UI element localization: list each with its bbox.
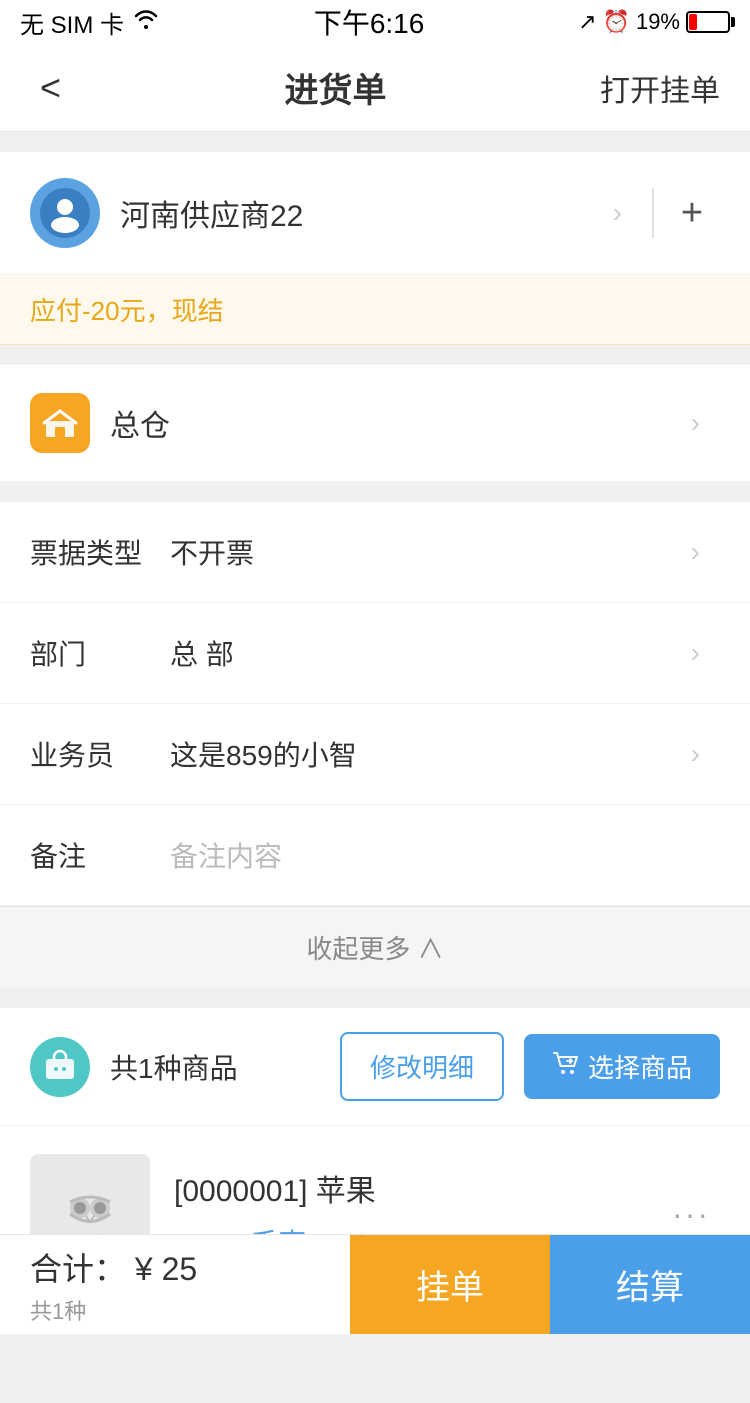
select-product-label: 选择商品: [588, 1048, 692, 1085]
product-title: 苹果: [316, 1175, 376, 1208]
divider-3: [0, 988, 750, 1008]
salesman-chevron-icon: ›: [691, 738, 700, 770]
salesman-row[interactable]: 业务员 这是859的小智 ›: [0, 704, 750, 805]
collapse-button[interactable]: 收起更多 ∧: [0, 906, 750, 988]
form-section: 票据类型 不开票 › 部门 总 部 › 业务员 这是859的小智 › 备注 备注…: [0, 502, 750, 988]
product-count-icon: [30, 1037, 90, 1097]
status-time: 下午6:16: [314, 2, 425, 42]
product-count-text: 共1种商品: [110, 1047, 320, 1087]
location-icon: ↗: [578, 9, 596, 35]
nav-bar: < 进货单 打开挂单: [0, 44, 750, 132]
supplier-avatar: [30, 178, 100, 248]
total-section: 合计： ¥ 25 共1种: [0, 1235, 350, 1334]
total-count: 共1种: [30, 1294, 320, 1326]
remark-input[interactable]: 备注内容: [150, 835, 720, 875]
warehouse-row[interactable]: 总仓 ›: [0, 365, 750, 482]
ticket-type-row[interactable]: 票据类型 不开票 ›: [0, 502, 750, 603]
department-value: 总 部: [150, 633, 691, 673]
product-name: [0000001] 苹果: [174, 1166, 662, 1210]
remark-row[interactable]: 备注 备注内容: [0, 805, 750, 906]
payment-notice: 应付-20元，现结: [0, 275, 750, 345]
status-right: ↗ ⏰ 19%: [578, 9, 730, 35]
back-button[interactable]: <: [30, 57, 71, 119]
ticket-type-label: 票据类型: [30, 532, 150, 572]
warehouse-chevron-icon: ›: [691, 407, 700, 439]
cart-icon: [552, 1051, 580, 1082]
bottom-toolbar: 合计： ¥ 25 共1种 挂单 结算: [0, 1234, 750, 1334]
supplier-section: 河南供应商22 › + 应付-20元，现结: [0, 152, 750, 345]
carrier-text: 无 SIM 卡: [20, 5, 124, 40]
vertical-divider: [652, 188, 654, 238]
select-product-button[interactable]: 选择商品: [524, 1034, 720, 1099]
divider-2: [0, 482, 750, 502]
supplier-name: 河南供应商22: [120, 191, 613, 235]
supplier-row[interactable]: 河南供应商22 › +: [0, 152, 750, 275]
avatar-inner: [40, 188, 90, 238]
department-row[interactable]: 部门 总 部 ›: [0, 603, 750, 704]
ticket-type-value: 不开票: [150, 532, 691, 572]
department-label: 部门: [30, 633, 150, 673]
remark-label: 备注: [30, 835, 150, 875]
status-left: 无 SIM 卡: [20, 5, 160, 40]
department-chevron-icon: ›: [691, 637, 700, 669]
products-header: 共1种商品 修改明细 选择商品: [0, 1008, 750, 1126]
total-value: ¥ 25: [135, 1251, 197, 1287]
warehouse-name: 总仓: [110, 401, 691, 445]
status-bar: 无 SIM 卡 下午6:16 ↗ ⏰ 19%: [0, 0, 750, 44]
supplier-chevron-icon: ›: [613, 197, 622, 229]
ticket-chevron-icon: ›: [691, 536, 700, 568]
settle-button[interactable]: 结算: [550, 1235, 750, 1334]
divider-1: [0, 345, 750, 365]
alarm-icon: ⏰: [603, 9, 630, 35]
total-amount: 合计： ¥ 25: [30, 1244, 320, 1290]
wifi-icon: [132, 8, 160, 36]
salesman-label: 业务员: [30, 734, 150, 774]
edit-detail-button[interactable]: 修改明细: [340, 1032, 504, 1101]
warehouse-icon: [30, 393, 90, 453]
warehouse-section: 总仓 ›: [0, 365, 750, 482]
battery-percent: 19%: [636, 9, 680, 35]
total-label: 合计：: [30, 1251, 126, 1287]
open-pending-button[interactable]: 打开挂单: [600, 66, 720, 110]
add-supplier-button[interactable]: +: [664, 185, 720, 241]
hang-order-button[interactable]: 挂单: [350, 1235, 550, 1334]
product-code: [0000001]: [174, 1175, 316, 1208]
salesman-value: 这是859的小智: [150, 734, 691, 774]
page-title: 进货单: [285, 63, 387, 112]
top-divider: [0, 132, 750, 152]
battery-icon: [686, 11, 730, 33]
